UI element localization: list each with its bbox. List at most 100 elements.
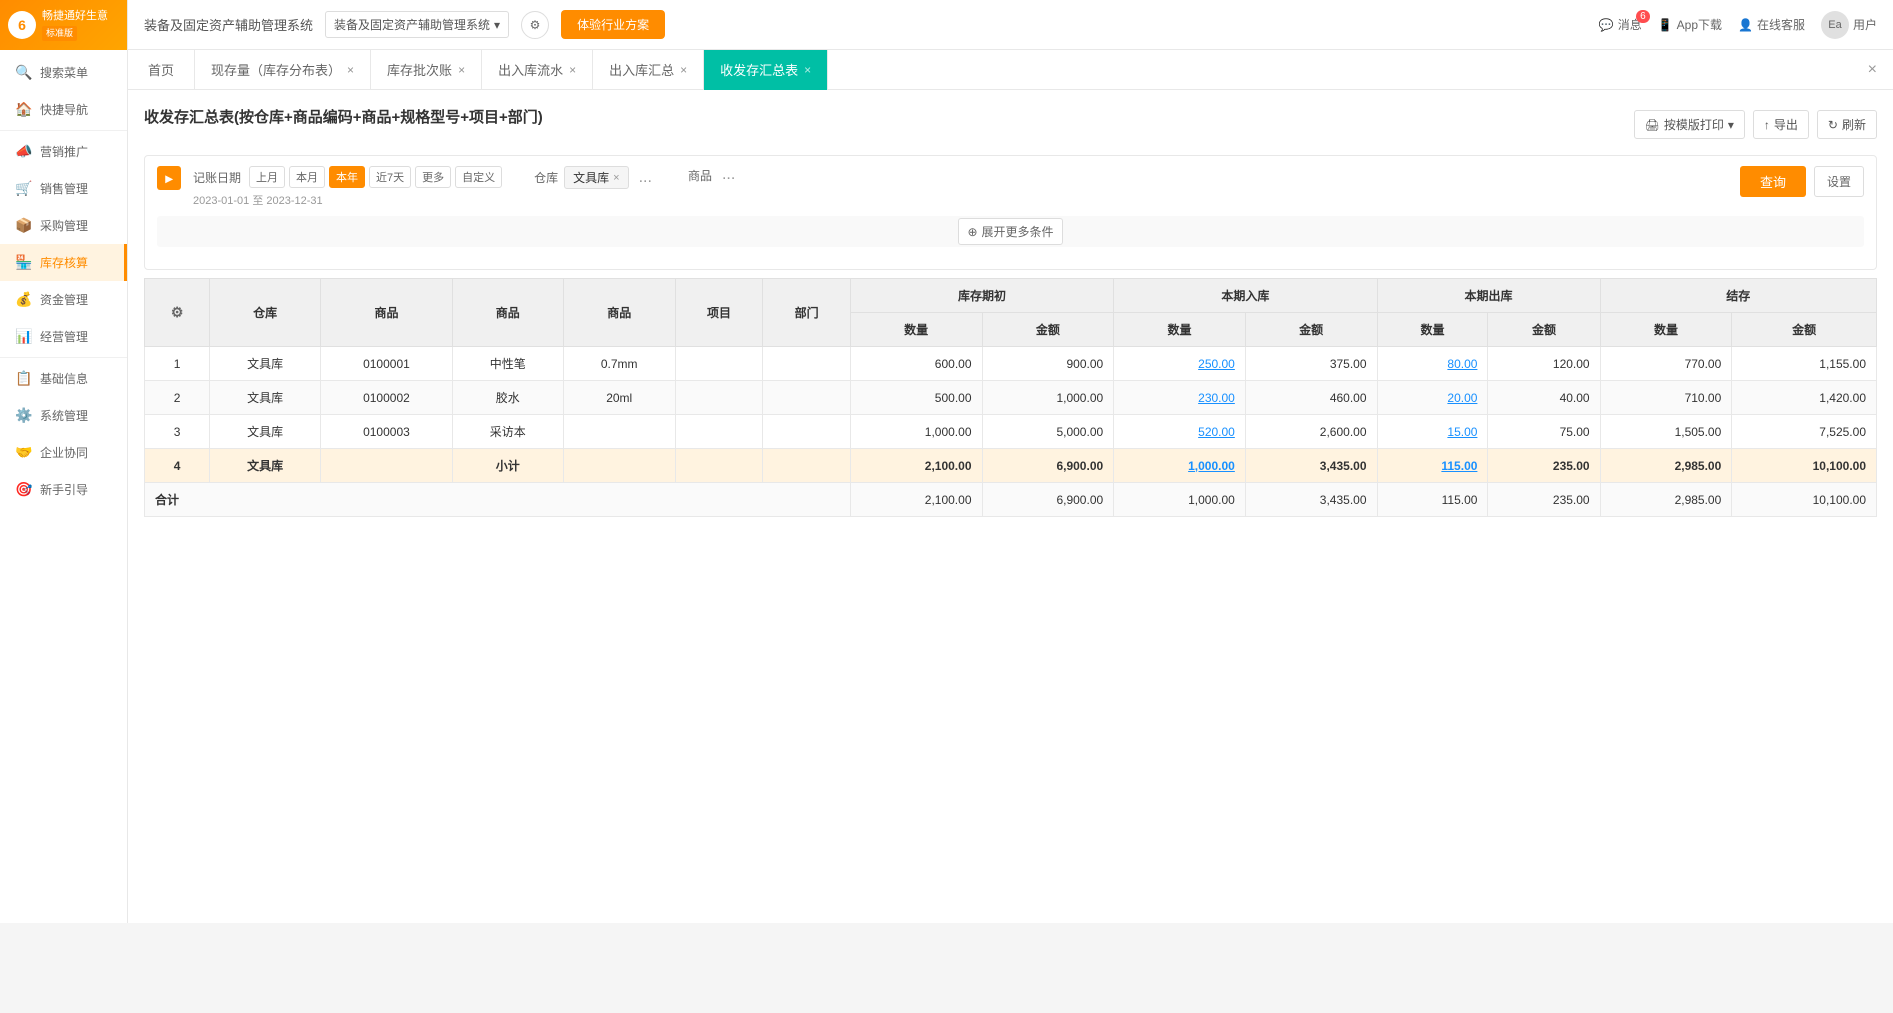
user-button[interactable]: Ea 用户 <box>1821 11 1877 39</box>
settings-button[interactable]: ⚙ <box>521 11 549 39</box>
operation-icon: 📊 <box>16 329 32 345</box>
warehouse-tag-close-icon[interactable]: × <box>613 172 619 184</box>
online-service-button[interactable]: 👤 在线客服 <box>1738 16 1805 33</box>
expand-label: 展开更多条件 <box>982 223 1054 240</box>
avatar-text: Ea <box>1828 19 1841 31</box>
tab-receive-summary[interactable]: 收发存汇总表 × <box>704 50 828 90</box>
filter-bar: ▸ 记账日期 上月 本月 本年 近7天 更多 自定义 2023-01-01 至 … <box>144 155 1877 270</box>
row-warehouse: 文具库 <box>210 415 321 449</box>
th-bal-amt: 金额 <box>1732 313 1877 347</box>
sidebar-item-system[interactable]: ⚙️ 系统管理 <box>0 397 127 434</box>
tab-inout-summary[interactable]: 出入库汇总 × <box>593 50 704 90</box>
sidebar-item-operation[interactable]: 📊 经营管理 <box>0 318 127 355</box>
refresh-button[interactable]: ↻ 刷新 <box>1817 110 1877 139</box>
row-out-qty[interactable]: 20.00 <box>1377 381 1488 415</box>
row-project <box>675 449 763 483</box>
basic-icon: 📋 <box>16 371 32 387</box>
footer-bal-qty: 2,985.00 <box>1600 483 1732 517</box>
print-button[interactable]: 🖨 按模版打印 ▾ <box>1634 110 1745 139</box>
row-bal-qty: 1,505.00 <box>1600 415 1732 449</box>
tab-close-icon[interactable]: × <box>680 63 687 77</box>
date-btn-custom[interactable]: 自定义 <box>455 166 502 188</box>
home-icon: 🏠 <box>16 102 32 118</box>
tabs-close-all-button[interactable]: × <box>1852 61 1893 79</box>
app-version: 标准版 <box>42 26 77 41</box>
date-btn-7days[interactable]: 近7天 <box>369 166 411 188</box>
th-project: 项目 <box>675 279 763 347</box>
row-in-qty[interactable]: 230.00 <box>1114 381 1246 415</box>
warehouse-filter-tag[interactable]: 文具库 × <box>564 166 628 189</box>
tab-inout-flow[interactable]: 出入库流水 × <box>482 50 593 90</box>
message-icon: 💬 <box>1599 18 1614 32</box>
th-product-code: 商品 <box>321 279 453 347</box>
toolbar-right: 🖨 按模版打印 ▾ ↑ 导出 ↻ 刷新 <box>1634 110 1877 139</box>
row-bal-amt: 10,100.00 <box>1732 449 1877 483</box>
sidebar-item-label: 营销推广 <box>40 143 88 160</box>
selector-label: 装备及固定资产辅助管理系统 <box>334 16 490 33</box>
row-department <box>763 449 851 483</box>
date-btn-this-month[interactable]: 本月 <box>289 166 325 188</box>
row-in-amt: 375.00 <box>1245 347 1377 381</box>
tab-close-icon[interactable]: × <box>458 63 465 77</box>
row-out-qty[interactable]: 80.00 <box>1377 347 1488 381</box>
row-open-amt: 1,000.00 <box>982 381 1114 415</box>
row-bal-qty: 2,985.00 <box>1600 449 1732 483</box>
tab-home[interactable]: 首页 <box>128 50 195 90</box>
user-avatar: Ea <box>1821 11 1849 39</box>
row-bal-amt: 7,525.00 <box>1732 415 1877 449</box>
sidebar-item-inventory[interactable]: 🏪 库存核算 <box>0 244 127 281</box>
row-in-qty[interactable]: 520.00 <box>1114 415 1246 449</box>
sidebar-item-enterprise[interactable]: 🤝 企业协同 <box>0 434 127 471</box>
tab-batch[interactable]: 库存批次账 × <box>371 50 482 90</box>
marketing-icon: 📣 <box>16 144 32 160</box>
sidebar-item-search[interactable]: 🔍 搜索菜单 <box>0 54 127 91</box>
date-btn-more[interactable]: 更多 <box>415 166 451 188</box>
sidebar-item-guide[interactable]: 🎯 新手引导 <box>0 471 127 508</box>
sidebar-item-marketing[interactable]: 📣 营销推广 <box>0 133 127 170</box>
expand-icon: ⊕ <box>967 225 977 239</box>
date-btn-this-year[interactable]: 本年 <box>329 166 365 188</box>
th-in-group: 本期入库 <box>1114 279 1377 313</box>
row-department <box>763 415 851 449</box>
tab-close-icon[interactable]: × <box>347 63 354 77</box>
app-download-button[interactable]: 📱 App下载 <box>1658 16 1722 33</box>
row-product-spec <box>563 415 675 449</box>
system-icon: ⚙️ <box>16 408 32 424</box>
sidebar-item-label: 经营管理 <box>40 328 88 345</box>
refresh-label: 刷新 <box>1842 116 1866 133</box>
th-warehouse: 仓库 <box>210 279 321 347</box>
goods-dots[interactable]: ... <box>718 166 739 184</box>
query-button[interactable]: 查询 <box>1740 166 1806 197</box>
row-product-name: 小计 <box>452 449 563 483</box>
sidebar-item-label: 搜索菜单 <box>40 64 88 81</box>
footer-out-qty: 115.00 <box>1377 483 1488 517</box>
th-settings[interactable]: ⚙ <box>145 279 210 347</box>
row-out-qty[interactable]: 15.00 <box>1377 415 1488 449</box>
th-open-qty: 数量 <box>850 313 982 347</box>
system-selector[interactable]: 装备及固定资产辅助管理系统 ▾ <box>325 11 509 38</box>
row-in-qty[interactable]: 250.00 <box>1114 347 1246 381</box>
tab-close-icon[interactable]: × <box>569 63 576 77</box>
sidebar-item-purchase[interactable]: 📦 采购管理 <box>0 207 127 244</box>
sidebar-item-basic[interactable]: 📋 基础信息 <box>0 360 127 397</box>
filter-toggle-button[interactable]: ▸ <box>157 166 181 190</box>
row-index: 2 <box>145 381 210 415</box>
date-btn-prev-month[interactable]: 上月 <box>249 166 285 188</box>
filter-settings-button[interactable]: 设置 <box>1814 166 1864 197</box>
sidebar-item-finance[interactable]: 💰 资金管理 <box>0 281 127 318</box>
sidebar-item-quick-nav[interactable]: 🏠 快捷导航 <box>0 91 127 128</box>
expand-conditions-button[interactable]: ⊕ 展开更多条件 <box>958 218 1062 245</box>
tab-stock-dist[interactable]: 现存量（库存分布表） × <box>195 50 371 90</box>
warehouse-tag-value: 文具库 <box>573 169 609 186</box>
export-button[interactable]: ↑ 导出 <box>1753 110 1809 139</box>
tab-active-close-icon[interactable]: × <box>804 63 811 77</box>
footer-out-amt: 235.00 <box>1488 483 1600 517</box>
warehouse-dots[interactable]: ... <box>635 169 656 187</box>
row-open-qty: 1,000.00 <box>850 415 982 449</box>
row-product-spec <box>563 449 675 483</box>
row-department <box>763 381 851 415</box>
sidebar-item-sales[interactable]: 🛒 销售管理 <box>0 170 127 207</box>
row-warehouse: 文具库 <box>210 347 321 381</box>
messages-button[interactable]: 💬 消息 6 <box>1599 16 1642 33</box>
experience-button[interactable]: 体验行业方案 <box>561 10 665 39</box>
